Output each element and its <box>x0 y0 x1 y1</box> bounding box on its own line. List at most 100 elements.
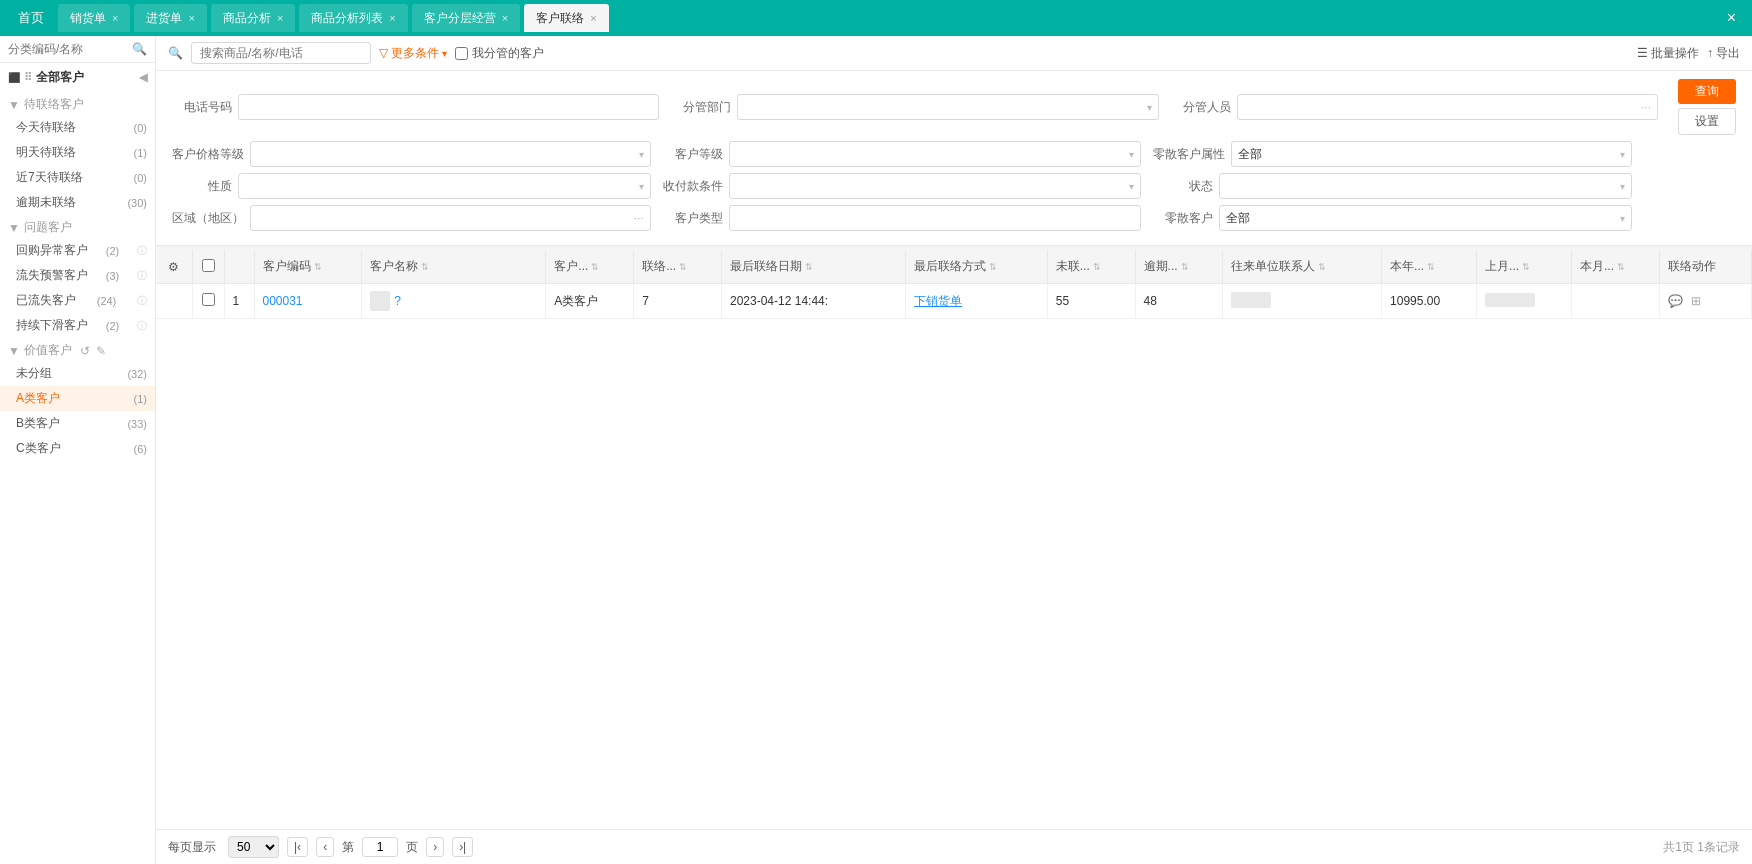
export-btn[interactable]: ↑ 导出 <box>1707 45 1740 62</box>
retail-attr-value: 全部 <box>1238 146 1262 163</box>
group-value-label: 价值客户 <box>24 342 72 359</box>
sidebar-search-icon[interactable]: 🔍 <box>132 42 147 56</box>
col-last-month[interactable]: 上月... ⇅ <box>1477 250 1572 284</box>
repurchase-count: (2) <box>106 245 119 257</box>
nav-home[interactable]: 首页 <box>8 9 54 27</box>
filter-phone-input[interactable] <box>238 94 659 120</box>
action-chat-icon[interactable]: 💬 <box>1668 294 1683 308</box>
settings-btn[interactable]: 设置 <box>1678 108 1736 135</box>
sidebar-item-overdue[interactable]: 逾期未联络 (30) <box>0 190 155 215</box>
nav-tab-purchase[interactable]: 进货单 × <box>134 4 206 32</box>
page-size-select[interactable]: 50 20 100 <box>228 836 279 858</box>
last-page-btn[interactable]: ›| <box>452 837 473 857</box>
row-checkbox[interactable] <box>202 293 215 306</box>
b-class-label: B类客户 <box>16 415 60 432</box>
batch-op-btn[interactable]: ☰ 批量操作 <box>1637 45 1699 62</box>
col-contact-sort: ⇅ <box>679 262 687 272</box>
retail-customer-value: 全部 <box>1226 210 1250 227</box>
filter-status-select[interactable]: ▾ <box>1219 173 1632 199</box>
sidebar-item-unclassified[interactable]: 未分组 (32) <box>0 361 155 386</box>
close-purchase-tab[interactable]: × <box>188 12 194 24</box>
close-customer-contact-tab[interactable]: × <box>590 12 596 24</box>
col-unit-contact[interactable]: 往来单位联系人 ⇅ <box>1223 250 1382 284</box>
filter-payment-select[interactable]: ▾ <box>729 173 1142 199</box>
page-input[interactable] <box>362 837 398 857</box>
filter-customer-level-select[interactable]: ▾ <box>729 141 1142 167</box>
customer-table-container: ⚙ 客户编码 ⇅ 客户名称 <box>156 250 1752 829</box>
my-customer-checkbox-wrap[interactable]: 我分管的客户 <box>455 45 544 62</box>
refresh-icon[interactable]: ↺ <box>80 344 90 358</box>
close-analysis-tab[interactable]: × <box>277 12 283 24</box>
sidebar-item-tomorrow[interactable]: 明天待联络 (1) <box>0 140 155 165</box>
col-category-sort: ⇅ <box>591 262 599 272</box>
region-dots: ··· <box>634 211 644 225</box>
unclassified-label: 未分组 <box>16 365 52 382</box>
close-customer-tier-tab[interactable]: × <box>502 12 508 24</box>
sidebar-item-declining[interactable]: 持续下滑客户 (2) ⓘ <box>0 313 155 338</box>
filter-price-level-select[interactable]: ▾ <box>250 141 651 167</box>
sidebar-item-today[interactable]: 今天待联络 (0) <box>0 115 155 140</box>
filter-retail-attr-select[interactable]: 全部 ▾ <box>1231 141 1632 167</box>
sidebar-item-b-class[interactable]: B类客户 (33) <box>0 411 155 436</box>
filter-dept-select[interactable]: ▾ <box>737 94 1158 120</box>
col-category[interactable]: 客户... ⇅ <box>546 250 634 284</box>
col-this-year[interactable]: 本年... ⇅ <box>1382 250 1477 284</box>
nav-tab-sales[interactable]: 销货单 × <box>58 4 130 32</box>
nav-tab-analysis[interactable]: 商品分析 × <box>211 4 295 32</box>
close-analysis-list-tab[interactable]: × <box>389 12 395 24</box>
sidebar-collapse-arrow[interactable]: ◀ <box>139 71 147 84</box>
edit-icon[interactable]: ✎ <box>96 344 106 358</box>
last-contact-method-link[interactable]: 下销货单 <box>914 294 962 308</box>
filter-retail-customer-select[interactable]: 全部 ▾ <box>1219 205 1632 231</box>
sidebar-item-churn-warning[interactable]: 流失预警客户 (3) ⓘ <box>0 263 155 288</box>
filter-customer-type: 客户类型 <box>663 205 1142 231</box>
nav-tab-analysis-list[interactable]: 商品分析列表 × <box>299 4 407 32</box>
filter-manager-input[interactable]: ··· <box>1237 94 1658 120</box>
filter-nature-select[interactable]: ▾ <box>238 173 651 199</box>
close-sales-tab[interactable]: × <box>112 12 118 24</box>
col-settings[interactable]: ⚙ <box>156 250 192 284</box>
filter-customer-level-label: 客户等级 <box>663 146 723 163</box>
col-overdue[interactable]: 逾期... ⇅ <box>1135 250 1223 284</box>
filter-region-input[interactable]: ··· <box>250 205 651 231</box>
prev-page-btn[interactable]: ‹ <box>316 837 334 857</box>
col-no-contact[interactable]: 未联... ⇅ <box>1047 250 1135 284</box>
action-qr-icon[interactable]: ⊞ <box>1691 294 1701 308</box>
sidebar-item-c-class[interactable]: C类客户 (6) <box>0 436 155 461</box>
sidebar-item-repurchase-abnormal[interactable]: 回购异常客户 (2) ⓘ <box>0 238 155 263</box>
sidebar-search-bar: 🔍 <box>0 36 155 63</box>
col-contact[interactable]: 联络... ⇅ <box>634 250 722 284</box>
sidebar-item-7days[interactable]: 近7天待联络 (0) <box>0 165 155 190</box>
sidebar-item-churned[interactable]: 已流失客户 (24) ⓘ <box>0 288 155 313</box>
col-this-month[interactable]: 本月... ⇅ <box>1571 250 1659 284</box>
sidebar-group-pending[interactable]: ▼ 待联络客户 <box>0 92 155 115</box>
row-code[interactable]: 000031 <box>254 284 362 319</box>
customer-level-chevron: ▾ <box>1129 149 1134 160</box>
row-action: 💬 ⊞ <box>1659 284 1751 319</box>
sidebar-group-value[interactable]: ▼ 价值客户 ↺ ✎ <box>0 338 155 361</box>
close-all-btn[interactable]: × <box>1719 9 1744 27</box>
col-code[interactable]: 客户编码 ⇅ <box>254 250 362 284</box>
next-page-btn[interactable]: › <box>426 837 444 857</box>
filter-search-input[interactable] <box>191 42 371 64</box>
select-all-checkbox[interactable] <box>202 259 215 272</box>
query-btn[interactable]: 查询 <box>1678 79 1736 104</box>
main-layout: 🔍 ⬛ ⠿ 全部客户 ◀ ▼ 待联络客户 今天待联络 (0) 明天待联络 (1)… <box>0 36 1752 864</box>
col-last-contact-date[interactable]: 最后联络日期 ⇅ <box>721 250 905 284</box>
col-last-contact-method[interactable]: 最后联络方式 ⇅ <box>906 250 1048 284</box>
sidebar-item-a-class[interactable]: A类客户 (1) <box>0 386 155 411</box>
nav-tab-customer-contact[interactable]: 客户联络 × <box>524 4 608 32</box>
filter-customer-type-select[interactable] <box>729 205 1142 231</box>
customer-name-text[interactable]: ? <box>394 294 401 308</box>
row-checkbox-cell <box>192 284 224 319</box>
col-this-month-sort: ⇅ <box>1617 262 1625 272</box>
all-customers-header[interactable]: ⬛ ⠿ 全部客户 ◀ <box>0 63 155 92</box>
filter-row-1: 电话号码 分管部门 ▾ 分管人员 ··· 查询 设置 <box>172 79 1736 135</box>
first-page-btn[interactable]: |‹ <box>287 837 308 857</box>
col-name[interactable]: 客户名称 ⇅ <box>362 250 546 284</box>
my-customer-checkbox[interactable] <box>455 47 468 60</box>
more-conditions-btn[interactable]: ▽ 更多条件 ▾ <box>379 45 447 62</box>
sidebar-group-problem[interactable]: ▼ 问题客户 <box>0 215 155 238</box>
sidebar-search-input[interactable] <box>8 42 128 56</box>
nav-tab-customer-tier[interactable]: 客户分层经营 × <box>412 4 520 32</box>
